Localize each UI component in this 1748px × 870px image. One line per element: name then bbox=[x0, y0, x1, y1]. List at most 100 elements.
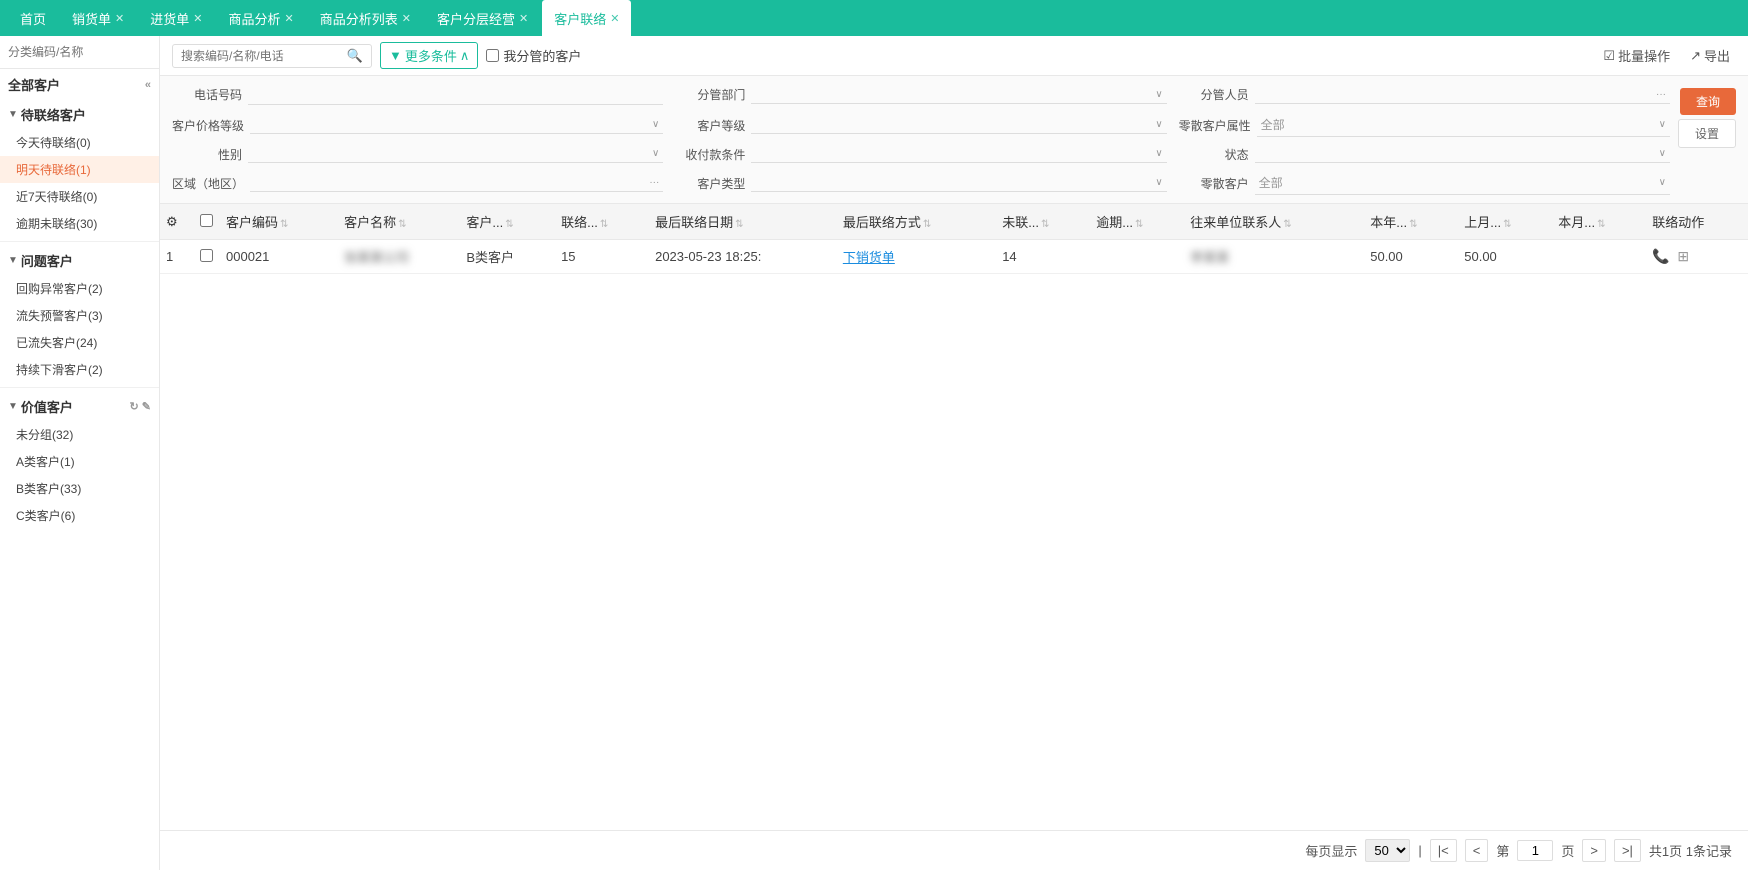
nav-close-icon[interactable]: ✕ bbox=[610, 12, 619, 25]
nav-close-icon[interactable]: ✕ bbox=[193, 12, 202, 25]
area-select[interactable]: ··· bbox=[250, 174, 663, 192]
sidebar-item-class-a[interactable]: A类客户(1) bbox=[0, 448, 159, 475]
col-type[interactable]: 客户...⇅ bbox=[460, 204, 555, 240]
sidebar-value-section: ▼ 价值客户 ↻ ✎ bbox=[0, 392, 159, 421]
col-settings[interactable]: ⚙ bbox=[160, 204, 192, 240]
search-input[interactable] bbox=[181, 49, 347, 63]
nav-purchase-order[interactable]: 进货单 ✕ bbox=[138, 0, 214, 36]
dept-select[interactable]: ∨ bbox=[751, 86, 1166, 104]
sidebar-all-customers[interactable]: 全部客户 « bbox=[0, 69, 159, 100]
area-arrow-icon: ··· bbox=[649, 177, 659, 188]
first-page-btn[interactable]: |< bbox=[1430, 839, 1457, 862]
sidebar-item-ungrouped[interactable]: 未分组(32) bbox=[0, 421, 159, 448]
my-customers-check[interactable] bbox=[486, 49, 499, 62]
col-code[interactable]: 客户编码⇅ bbox=[220, 204, 338, 240]
row-checkbox-cell[interactable] bbox=[192, 240, 220, 274]
sidebar-item-overdue-pending[interactable]: 逾期未联络(30) bbox=[0, 210, 159, 237]
value-level-select[interactable]: ∨ bbox=[250, 116, 663, 134]
sidebar-search-container: 🔍 bbox=[0, 36, 159, 69]
customer-table: ⚙ 客户编码⇅ 客户名称⇅ 客户...⇅ 联络...⇅ 最后联络日期⇅ 最后联络… bbox=[160, 204, 1748, 274]
col-this-year[interactable]: 本年...⇅ bbox=[1364, 204, 1458, 240]
page-number-input[interactable] bbox=[1517, 840, 1553, 861]
row-no-contact: 14 bbox=[996, 240, 1090, 274]
sidebar-search-input[interactable] bbox=[8, 45, 160, 59]
pending-arrow-icon: ▼ bbox=[8, 109, 18, 120]
row-last-method[interactable]: 下销货单 bbox=[837, 240, 996, 274]
nav-sales-order[interactable]: 销货单 ✕ bbox=[60, 0, 136, 36]
customer-level-select[interactable]: ∨ bbox=[751, 116, 1166, 134]
unit-contact-blurred: 李某某 bbox=[1190, 247, 1229, 266]
nav-close-icon[interactable]: ✕ bbox=[519, 12, 528, 25]
sidebar-item-tomorrow-pending[interactable]: 明天待联络(1) bbox=[0, 156, 159, 183]
sidebar-item-churn-warning[interactable]: 流失预警客户(3) bbox=[0, 302, 159, 329]
search-icon[interactable]: 🔍 bbox=[347, 48, 363, 64]
my-customers-checkbox[interactable]: 我分管的客户 bbox=[486, 46, 581, 65]
last-page-btn[interactable]: >| bbox=[1614, 839, 1641, 862]
col-this-month[interactable]: 本月...⇅ bbox=[1552, 204, 1646, 240]
gender-select[interactable]: ∨ bbox=[248, 145, 663, 163]
sort-icon: ⇅ bbox=[280, 219, 288, 230]
prev-page-btn[interactable]: < bbox=[1465, 839, 1489, 862]
col-checkbox[interactable] bbox=[192, 204, 220, 240]
col-contact[interactable]: 联络...⇅ bbox=[555, 204, 649, 240]
sidebar-item-class-b[interactable]: B类客户(33) bbox=[0, 475, 159, 502]
col-no-contact[interactable]: 未联...⇅ bbox=[996, 204, 1090, 240]
row-action: 📞 ⊞ bbox=[1646, 240, 1748, 274]
col-name[interactable]: 客户名称⇅ bbox=[338, 204, 460, 240]
col-last-month[interactable]: 上月...⇅ bbox=[1458, 204, 1552, 240]
pagination-separator: | bbox=[1418, 843, 1421, 858]
filter-retail-attr: 零散客户属性 全部 ∨ bbox=[1179, 113, 1670, 137]
status-select[interactable]: ∨ bbox=[1255, 145, 1670, 163]
nav-product-analysis[interactable]: 商品分析 ✕ bbox=[216, 0, 305, 36]
more-conditions-btn[interactable]: ▼ 更多条件 ∧ bbox=[380, 42, 478, 69]
sidebar-item-churned[interactable]: 已流失客户(24) bbox=[0, 329, 159, 356]
sidebar-item-class-c[interactable]: C类客户(6) bbox=[0, 502, 159, 529]
manager-label: 分管人员 bbox=[1179, 86, 1249, 103]
dept-arrow-icon: ∨ bbox=[1155, 89, 1162, 100]
nav-customer-tier[interactable]: 客户分层经营 ✕ bbox=[425, 0, 540, 36]
total-records-label: 共1页 1条记录 bbox=[1649, 841, 1732, 860]
select-all-checkbox[interactable] bbox=[200, 214, 213, 227]
export-btn[interactable]: ↗ 导出 bbox=[1684, 43, 1736, 68]
filter-icon: ▼ bbox=[389, 48, 402, 63]
nav-close-icon[interactable]: ✕ bbox=[115, 12, 124, 25]
payment-select[interactable]: ∨ bbox=[751, 145, 1166, 163]
filter-dept: 分管部门 ∨ bbox=[675, 86, 1166, 104]
retail-attr-select[interactable]: 全部 ∨ bbox=[1257, 113, 1670, 137]
col-overdue[interactable]: 逾期...⇅ bbox=[1090, 204, 1184, 240]
retail-attr-value: 全部 bbox=[1261, 116, 1285, 133]
row-last-date: 2023-05-23 18:25: bbox=[649, 240, 837, 274]
pending-section-label: 待联络客户 bbox=[21, 105, 86, 124]
last-method-link[interactable]: 下销货单 bbox=[843, 250, 895, 265]
retail-customer-select[interactable]: 全部 ∨ bbox=[1255, 171, 1670, 195]
nav-customer-contact[interactable]: 客户联络 ✕ bbox=[542, 0, 631, 36]
reset-button[interactable]: 设置 bbox=[1678, 119, 1736, 148]
per-page-select[interactable]: 50 bbox=[1365, 839, 1410, 862]
sidebar-item-7day-pending[interactable]: 近7天待联络(0) bbox=[0, 183, 159, 210]
table-body: 1 000021 张某某公司 B类客户 15 2023-05-23 18:25:… bbox=[160, 240, 1748, 274]
col-unit-contact[interactable]: 往来单位联系人⇅ bbox=[1184, 204, 1364, 240]
customer-type-select[interactable]: ∨ bbox=[751, 174, 1166, 192]
col-last-date[interactable]: 最后联络日期⇅ bbox=[649, 204, 837, 240]
nav-close-icon[interactable]: ✕ bbox=[285, 12, 294, 25]
nav-product-analysis-label: 商品分析 bbox=[228, 9, 280, 28]
sidebar-item-repurchase-abnormal[interactable]: 回购异常客户(2) bbox=[0, 275, 159, 302]
nav-home[interactable]: 首页 bbox=[8, 0, 58, 36]
row-overdue bbox=[1090, 240, 1184, 274]
collapse-icon[interactable]: « bbox=[145, 79, 151, 91]
batch-operation-btn[interactable]: ☑ 批量操作 bbox=[1597, 43, 1676, 68]
action-phone-icon[interactable]: 📞 bbox=[1652, 248, 1669, 264]
row-checkbox[interactable] bbox=[200, 249, 213, 262]
action-more-icon[interactable]: ⊞ bbox=[1677, 248, 1689, 264]
phone-input[interactable] bbox=[248, 84, 663, 105]
query-button[interactable]: 查询 bbox=[1680, 88, 1736, 115]
settings-icon[interactable]: ⚙ bbox=[166, 214, 178, 229]
nav-close-icon[interactable]: ✕ bbox=[402, 12, 411, 25]
sidebar-item-declining[interactable]: 持续下滑客户(2) bbox=[0, 356, 159, 383]
filter-customer-level: 客户等级 ∨ bbox=[675, 116, 1166, 134]
nav-product-analysis-list[interactable]: 商品分析列表 ✕ bbox=[308, 0, 423, 36]
manager-select[interactable]: ··· bbox=[1255, 86, 1670, 104]
sidebar-item-today-pending[interactable]: 今天待联络(0) bbox=[0, 129, 159, 156]
col-last-method[interactable]: 最后联络方式⇅ bbox=[837, 204, 996, 240]
next-page-btn[interactable]: > bbox=[1582, 839, 1606, 862]
